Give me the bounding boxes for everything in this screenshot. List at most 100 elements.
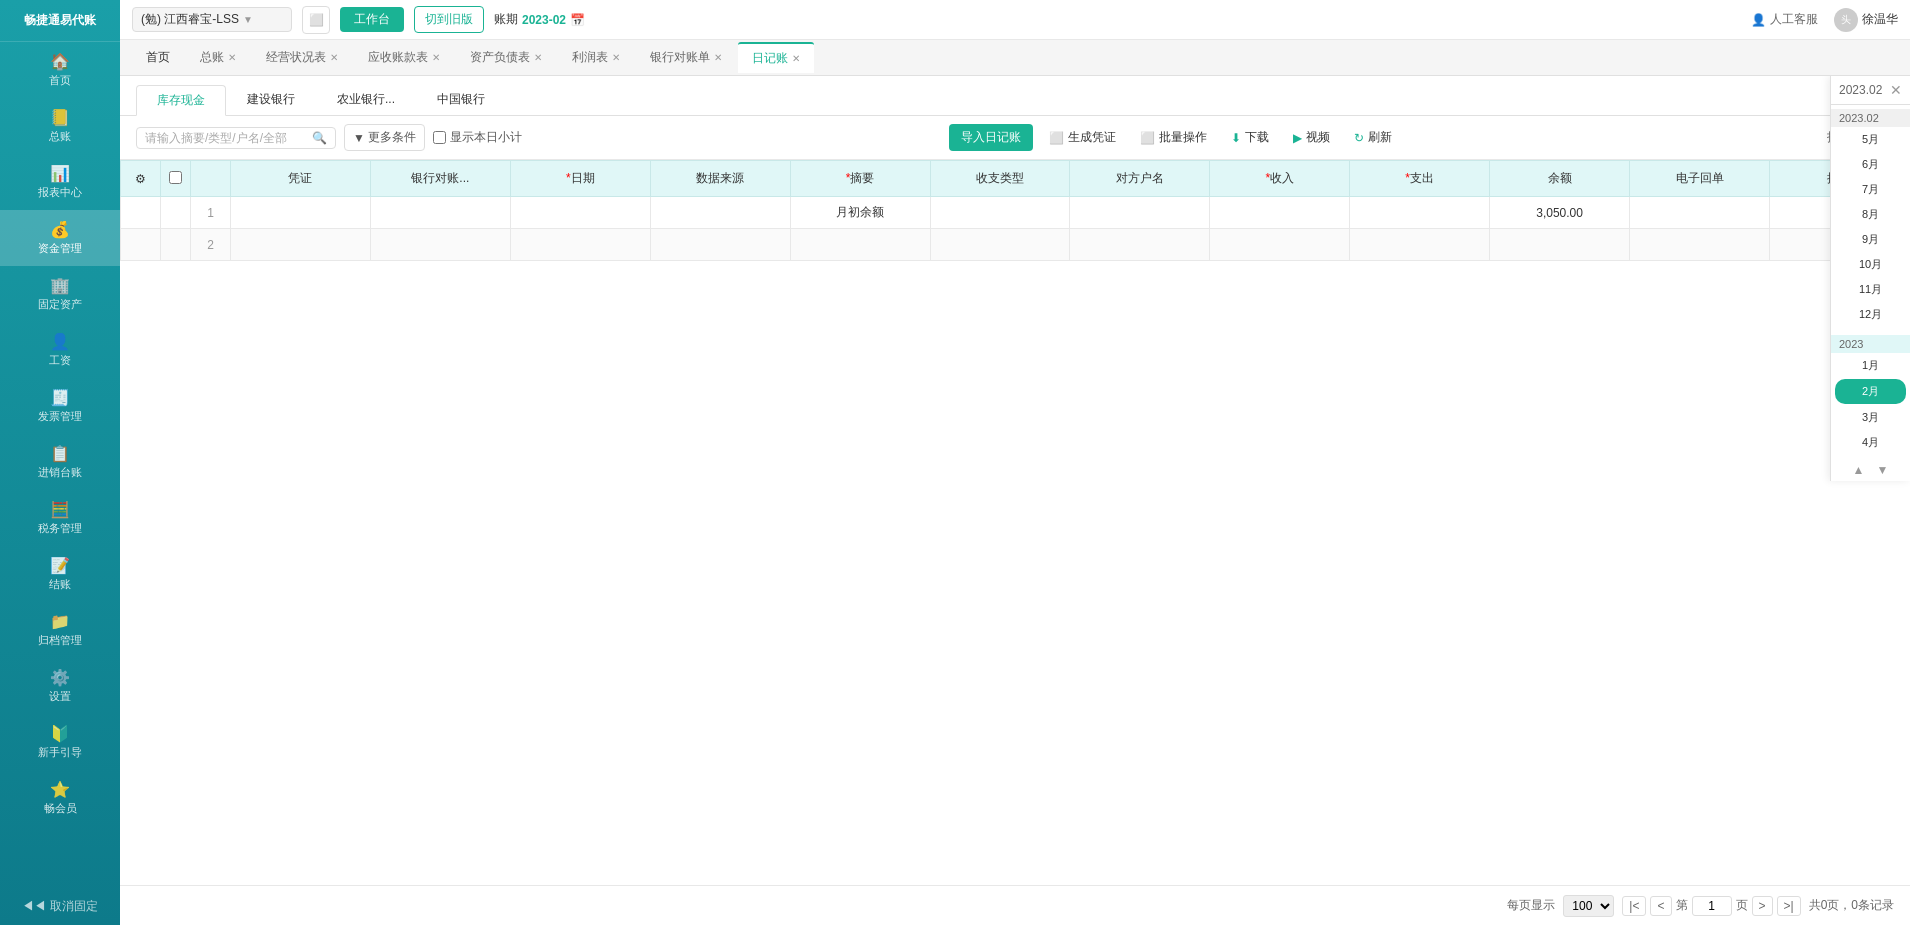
company-selector[interactable]: (勉) 江西睿宝-LSS ▼: [132, 7, 292, 32]
show-today-checkbox[interactable]: [433, 131, 446, 144]
calendar-panel: 2023.02 ✕ 2023.02 5月 6月 7月 8月 9月 10月 11月…: [1830, 76, 1910, 481]
per-page-select[interactable]: 100: [1563, 895, 1614, 917]
close-icon[interactable]: ✕: [714, 52, 722, 63]
sidebar-item-close[interactable]: 📝 结账: [0, 546, 120, 602]
tab-receivables[interactable]: 应收账款表 ✕: [354, 43, 454, 72]
close-icon[interactable]: ✕: [228, 52, 236, 63]
month-item-3[interactable]: 3月: [1831, 405, 1910, 430]
copy-icon[interactable]: ⬜: [302, 6, 330, 34]
row-receipt: [1630, 197, 1770, 229]
subtab-ccb[interactable]: 建设银行: [226, 84, 316, 115]
next-page-button[interactable]: >: [1752, 896, 1773, 916]
page-input[interactable]: [1692, 896, 1732, 916]
tab-bank-statement[interactable]: 银行对账单 ✕: [636, 43, 736, 72]
row-counterpart: [1070, 229, 1210, 261]
tab-balance-sheet[interactable]: 资产负债表 ✕: [456, 43, 556, 72]
prev-year-label[interactable]: 2023.02: [1831, 109, 1910, 127]
row-num: 2: [191, 229, 231, 261]
search-icon[interactable]: 🔍: [312, 131, 327, 145]
month-item-5[interactable]: 5月: [1831, 127, 1910, 152]
sidebar-item-assets[interactable]: 🏢 固定资产: [0, 266, 120, 322]
close-icon[interactable]: ✕: [534, 52, 542, 63]
month-item-7[interactable]: 7月: [1831, 177, 1910, 202]
sidebar-item-salary[interactable]: 👤 工资: [0, 322, 120, 378]
source-col-header: 数据来源: [650, 161, 790, 197]
search-box[interactable]: 🔍: [136, 127, 336, 149]
tab-home[interactable]: 首页: [132, 43, 184, 72]
customer-service-button[interactable]: 👤 人工客服: [1751, 11, 1818, 28]
table-row: 1 月初余额 3,050.00: [121, 197, 1910, 229]
month-item-9[interactable]: 9月: [1831, 227, 1910, 252]
sidebar-item-archive[interactable]: 📁 归档管理: [0, 602, 120, 658]
sidebar-item-inventory[interactable]: 📋 进销台账: [0, 434, 120, 490]
sidebar-item-guide[interactable]: 🔰 新手引导: [0, 714, 120, 770]
content-toolbar: 🔍 ▼ 更多条件 显示本日小计 导入日记账 ⬜ 生成凭证 ⬜ 批量操作 ⬇ 下载: [120, 116, 1910, 160]
tab-profit[interactable]: 利润表 ✕: [558, 43, 634, 72]
sidebar-item-invoice[interactable]: 🧾 发票管理: [0, 378, 120, 434]
row-type: [930, 197, 1070, 229]
video-button[interactable]: ▶ 视频: [1285, 125, 1338, 150]
month-item-4[interactable]: 4月: [1831, 430, 1910, 455]
sidebar-item-home[interactable]: 🏠 首页: [0, 42, 120, 98]
filter-button[interactable]: ▼ 更多条件: [344, 124, 425, 151]
subtab-boc[interactable]: 中国银行: [416, 84, 506, 115]
settings-icon: ⚙️: [50, 668, 70, 687]
row-expense: [1350, 229, 1490, 261]
close-icon[interactable]: ✕: [792, 53, 800, 64]
current-year-label[interactable]: 2023: [1831, 335, 1910, 353]
close-icon[interactable]: ✕: [432, 52, 440, 63]
sidebar-item-settings[interactable]: ⚙️ 设置: [0, 658, 120, 714]
close-icon[interactable]: ✕: [330, 52, 338, 63]
row-bank: [370, 229, 510, 261]
check-col-header[interactable]: [161, 161, 191, 197]
row-settings: [121, 197, 161, 229]
calendar-prev-icon[interactable]: ▲: [1853, 463, 1865, 477]
month-item-1[interactable]: 1月: [1831, 353, 1910, 378]
sidebar-item-reports[interactable]: 📊 报表中心: [0, 154, 120, 210]
num-col-header: [191, 161, 231, 197]
video-icon: ▶: [1293, 131, 1302, 145]
sidebar-item-tax[interactable]: 🧮 税务管理: [0, 490, 120, 546]
counterpart-col-header: 对方户名: [1070, 161, 1210, 197]
user-profile-button[interactable]: 头 徐温华: [1834, 8, 1898, 32]
month-item-8[interactable]: 8月: [1831, 202, 1910, 227]
prev-page-button[interactable]: <: [1650, 896, 1671, 916]
calendar-close-button[interactable]: ✕: [1890, 82, 1902, 98]
batch-button[interactable]: ⬜ 批量操作: [1132, 125, 1215, 150]
close-icon[interactable]: ✕: [612, 52, 620, 63]
app-logo: 畅捷通易代账: [0, 0, 120, 42]
tab-business-report[interactable]: 经营状况表 ✕: [252, 43, 352, 72]
sidebar-item-member[interactable]: ⭐ 畅会员: [0, 770, 120, 826]
subtab-cash[interactable]: 库存现金: [136, 85, 226, 116]
select-all-checkbox[interactable]: [169, 171, 182, 184]
month-item-10[interactable]: 10月: [1831, 252, 1910, 277]
refresh-button[interactable]: ↻ 刷新: [1346, 125, 1400, 150]
calendar-next-icon[interactable]: ▼: [1877, 463, 1889, 477]
period-edit-icon[interactable]: 📅: [570, 13, 585, 27]
page-nav: |< < 第 页 > >|: [1622, 896, 1800, 916]
sidebar-item-cashflow[interactable]: 💰 资金管理: [0, 210, 120, 266]
subtab-abc[interactable]: 农业银行...: [316, 84, 416, 115]
month-item-6[interactable]: 6月: [1831, 152, 1910, 177]
download-button[interactable]: ⬇ 下载: [1223, 125, 1277, 150]
import-button[interactable]: 导入日记账: [949, 124, 1033, 151]
voucher-button[interactable]: ⬜ 生成凭证: [1041, 125, 1124, 150]
old-version-button[interactable]: 切到旧版: [414, 6, 484, 33]
year-section-prev: 2023.02 5月 6月 7月 8月 9月 10月 11月 12月: [1831, 105, 1910, 331]
tab-ledger[interactable]: 总账 ✕: [186, 43, 250, 72]
month-item-2-active[interactable]: 2月: [1835, 379, 1906, 404]
show-today-checkbox-label[interactable]: 显示本日小计: [433, 129, 522, 146]
invoice-icon: 🧾: [50, 388, 70, 407]
month-item-11[interactable]: 11月: [1831, 277, 1910, 302]
tab-journal[interactable]: 日记账 ✕: [738, 42, 814, 73]
search-input[interactable]: [145, 131, 308, 145]
last-page-button[interactable]: >|: [1777, 896, 1801, 916]
settings-col-header[interactable]: ⚙: [121, 161, 161, 197]
footer: 每页显示 100 |< < 第 页 > >| 共0页，0条记录: [120, 885, 1910, 925]
sidebar-item-ledger[interactable]: 📒 总账: [0, 98, 120, 154]
first-page-button[interactable]: |<: [1622, 896, 1646, 916]
workspace-button[interactable]: 工作台: [340, 7, 404, 32]
month-item-12[interactable]: 12月: [1831, 302, 1910, 327]
unpin-button[interactable]: ◀◀ 取消固定: [0, 888, 120, 925]
batch-icon: ⬜: [1140, 131, 1155, 145]
